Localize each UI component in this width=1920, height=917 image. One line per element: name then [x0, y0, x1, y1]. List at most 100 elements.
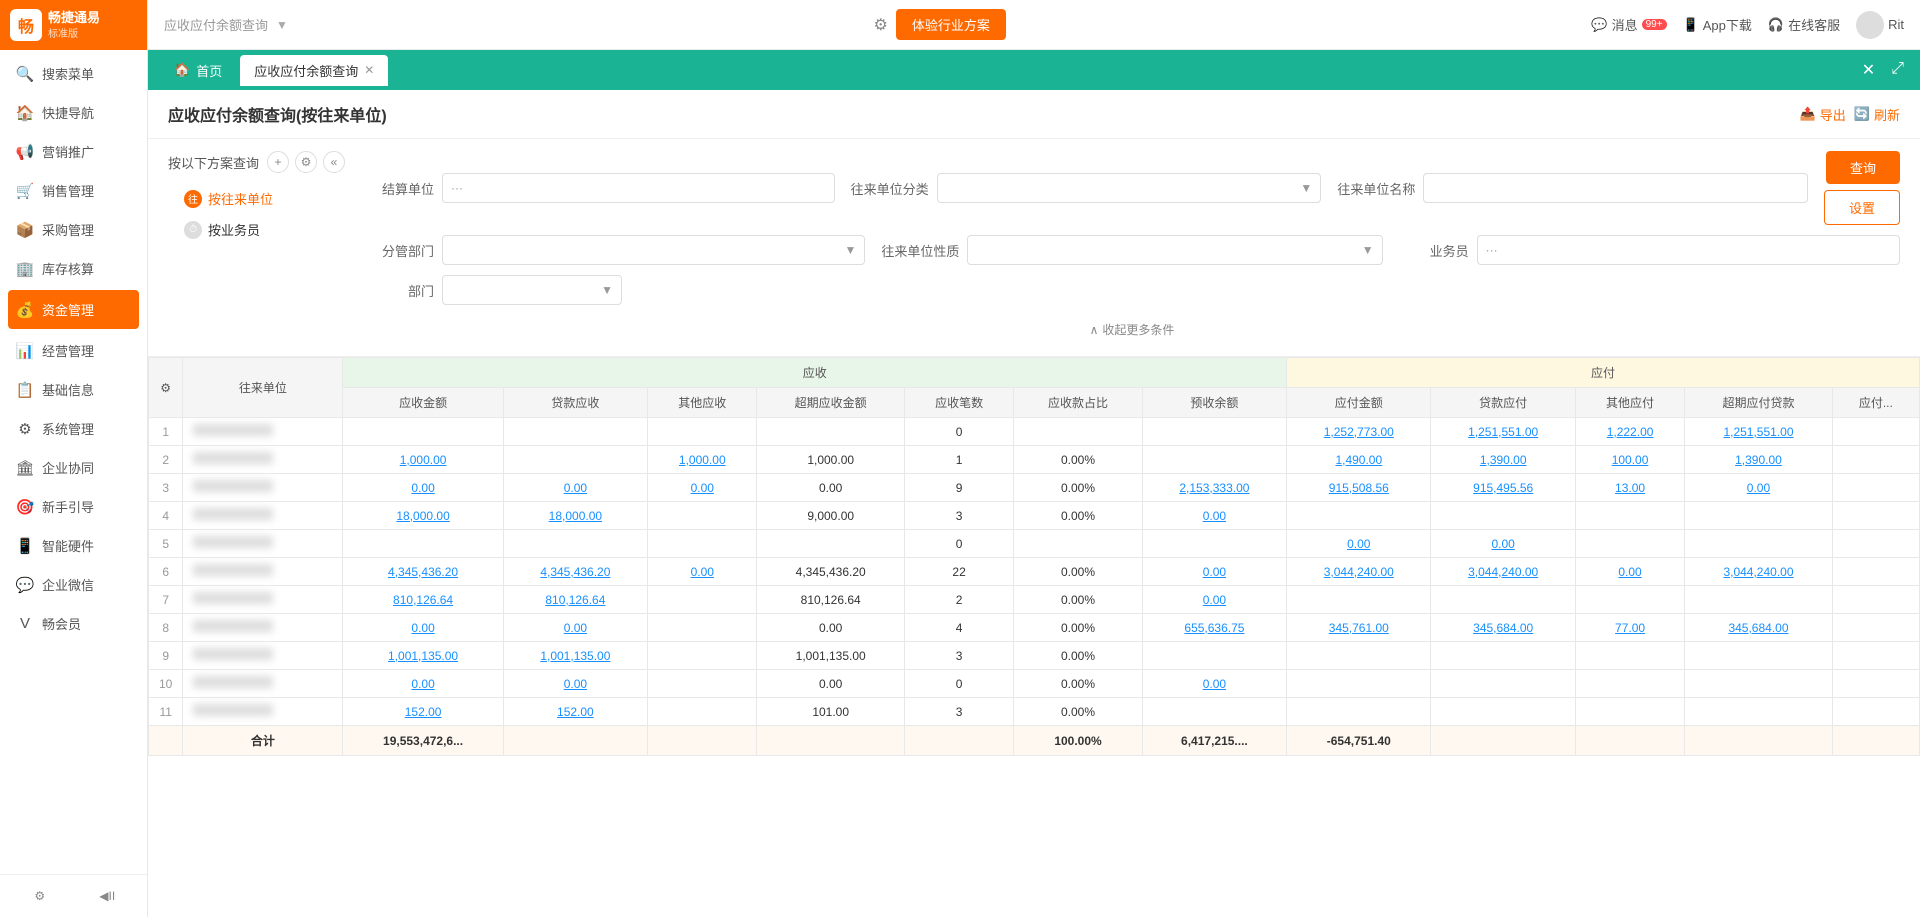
search-option-by-unit[interactable]: 往 按往来单位 [176, 185, 348, 212]
sidebar-item-inventory[interactable]: 🏢 库存核算 [0, 249, 147, 288]
sidebar-item-finance[interactable]: 💰 资金管理 [8, 290, 139, 329]
counterpart-col-header: 往来单位 [183, 358, 343, 418]
sidebar-item-guide[interactable]: 🎯 新手引导 [0, 487, 147, 526]
sidebar-item-search[interactable]: 🔍 搜索菜单 [0, 54, 147, 93]
sidebar-label-guide: 新手引导 [42, 497, 94, 516]
sidebar-label-inventory: 库存核算 [42, 259, 94, 278]
counterpart-name [183, 474, 343, 502]
data-table: ⚙ 往来单位 应收 应付 应收金额 贷款应收 其他应收 超期应收金额 应收笔数 … [148, 357, 1920, 756]
counterpart-name [183, 642, 343, 670]
sidebar-item-sales[interactable]: 🛒 销售管理 [0, 171, 147, 210]
sidebar-item-enterprise[interactable]: 🏛 企业协同 [0, 448, 147, 487]
search-row-2: 分管部门 ▼ 往来单位性质 ▼ [364, 235, 1900, 265]
table-row: 500.000.00 [149, 530, 1920, 558]
salesperson-input[interactable]: ··· [1477, 235, 1900, 265]
sidebar-item-operation[interactable]: 📊 经营管理 [0, 331, 147, 370]
service-icon: 🎧 [1768, 17, 1784, 33]
sidebar-settings-btn[interactable]: ⚙ [8, 883, 72, 909]
payable-group-header: 应付 [1287, 358, 1920, 388]
chevron-icon: ▼ [1300, 181, 1312, 195]
search-option-by-staff[interactable]: ⏱ 按业务员 [176, 216, 348, 243]
field-salesperson: 业务员 ··· [1399, 235, 1900, 265]
promo-button[interactable]: 体验行业方案 [896, 9, 1006, 40]
set-button[interactable]: 设置 [1824, 190, 1900, 225]
sidebar-item-marketing[interactable]: 📢 营销推广 [0, 132, 147, 171]
table-row: 101,252,773.001,251,551.001,222.001,251,… [149, 418, 1920, 446]
logo-title: 畅捷通易 [48, 10, 100, 26]
counterpart-name [183, 502, 343, 530]
sidebar-item-system[interactable]: ⚙ 系统管理 [0, 409, 147, 448]
salesperson-label: 业务员 [1399, 241, 1469, 260]
table-row: 21,000.001,000.001,000.0010.00%1,490.001… [149, 446, 1920, 474]
chevron-dept-icon: ▼ [844, 243, 856, 257]
settlement-unit-placeholder: ··· [451, 181, 463, 195]
option-by-staff-label: 按业务员 [208, 220, 260, 239]
footer-other-receivable [648, 726, 757, 756]
sidebar-label-finance: 资金管理 [42, 300, 94, 319]
online-service-btn[interactable]: 🎧 在线客服 [1768, 15, 1840, 34]
footer-overdue-receivable [757, 726, 904, 756]
quick-nav-icon: 🏠 [16, 104, 34, 122]
sidebar-item-wechat[interactable]: 💬 企业微信 [0, 565, 147, 604]
smart-icon: 📱 [16, 537, 34, 555]
department-dropdown[interactable]: ▼ [442, 275, 622, 305]
search-left: 按以下方案查询 + ⚙ « 往 按往来单位 [168, 151, 348, 344]
settlement-unit-input[interactable]: ··· [442, 173, 835, 203]
gear-icon[interactable]: ⚙ [873, 15, 887, 35]
other-payable-header: 其他应付 [1575, 388, 1684, 418]
tab-ar-ap[interactable]: 应收应付余额查询 ✕ [240, 55, 388, 86]
message-btn[interactable]: 💬 消息 99+ [1591, 15, 1666, 34]
app-download-btn[interactable]: 📱 App下载 [1683, 15, 1752, 34]
breadcrumb: 应收应付余额查询 [164, 15, 268, 34]
sidebar-label-basic: 基础信息 [42, 380, 94, 399]
sidebar-item-member[interactable]: V 畅会员 [0, 604, 147, 643]
receivable-amount-header: 应收金额 [343, 388, 503, 418]
collapse-scheme-btn[interactable]: « [323, 151, 345, 173]
sidebar-label-sales: 销售管理 [42, 181, 94, 200]
logo-text-area: 畅捷通易 标准版 [48, 10, 100, 41]
export-btn[interactable]: 📤 导出 [1800, 105, 1846, 124]
inventory-icon: 🏢 [16, 260, 34, 278]
sidebar-item-quick-nav[interactable]: 🏠 快捷导航 [0, 93, 147, 132]
option-by-unit-label: 按往来单位 [208, 189, 273, 208]
table-row: 91,001,135.001,001,135.001,001,135.0030.… [149, 642, 1920, 670]
loan-receivable-header: 贷款应收 [503, 388, 647, 418]
user-area[interactable]: Rit [1856, 11, 1904, 39]
setting-scheme-btn[interactable]: ⚙ [295, 151, 317, 173]
table-row: 11152.00152.00101.0030.00% [149, 698, 1920, 726]
refresh-btn[interactable]: 🔄 刷新 [1854, 105, 1900, 124]
settings-col-header[interactable]: ⚙ [149, 358, 183, 418]
unit-nature-dropdown[interactable]: ▼ [967, 235, 1382, 265]
sidebar-item-purchase[interactable]: 📦 采购管理 [0, 210, 147, 249]
enterprise-icon: 🏛 [16, 459, 34, 477]
prepaid-balance-header: 预收余额 [1142, 388, 1286, 418]
system-icon: ⚙ [16, 420, 34, 438]
table-row: 30.000.000.000.0090.00%2,153,333.00915,5… [149, 474, 1920, 502]
overdue-payable-header: 超期应付贷款 [1685, 388, 1832, 418]
add-scheme-btn[interactable]: + [267, 151, 289, 173]
guide-icon: 🎯 [16, 498, 34, 516]
sidebar-label-operation: 经营管理 [42, 341, 94, 360]
logo-badge: 标准版 [48, 25, 100, 40]
sidebar-item-basic[interactable]: 📋 基础信息 [0, 370, 147, 409]
message-label: 消息 [1612, 15, 1638, 34]
query-button[interactable]: 查询 [1826, 151, 1900, 184]
online-service-label: 在线客服 [1788, 15, 1840, 34]
app-download-label: App下载 [1703, 15, 1752, 34]
sidebar-item-smart[interactable]: 📱 智能硬件 [0, 526, 147, 565]
sidebar-collapse-btn[interactable]: ◀II [76, 883, 140, 909]
expand-icon[interactable]: ⤢ [1887, 56, 1908, 84]
tab-close-icon[interactable]: ✕ [364, 63, 374, 77]
field-unit-nature: 往来单位性质 ▼ [881, 235, 1382, 265]
collapse-btn[interactable]: ∧ 收起更多条件 [364, 315, 1900, 344]
unit-category-dropdown[interactable]: ▼ [937, 173, 1322, 203]
dept-manager-dropdown[interactable]: ▼ [442, 235, 865, 265]
tab-home[interactable]: 🏠 首页 [160, 55, 236, 86]
sidebar-label-quick-nav: 快捷导航 [42, 103, 94, 122]
home-icon: 🏠 [174, 62, 190, 78]
search-options: 往 按往来单位 ⏱ 按业务员 [176, 185, 348, 243]
close-window-icon[interactable]: ✕ [1858, 56, 1879, 84]
sidebar-nav: 🔍 搜索菜单 🏠 快捷导航 📢 营销推广 🛒 销售管理 📦 采购管理 🏢 库存核… [0, 50, 147, 874]
unit-name-input[interactable] [1423, 173, 1808, 203]
footer-receivable-amount: 19,553,472,6... [343, 726, 503, 756]
